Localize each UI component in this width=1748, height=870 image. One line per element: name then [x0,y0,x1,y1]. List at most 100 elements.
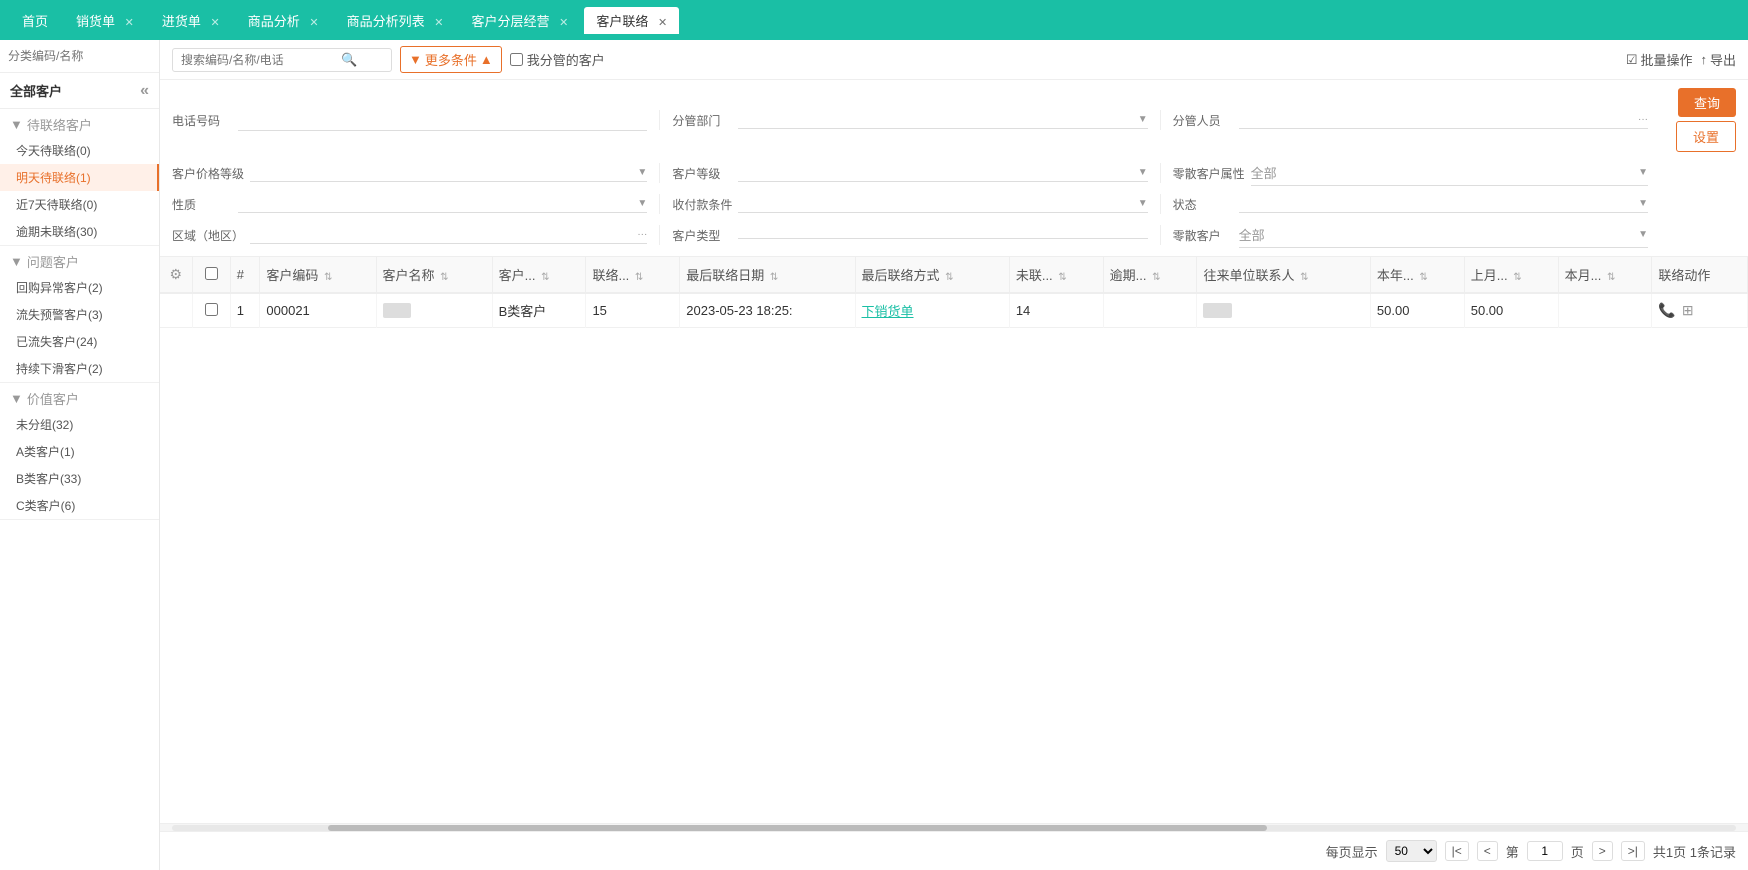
export-icon: ↑ [1700,52,1707,67]
page-input[interactable] [1527,841,1563,861]
sidebar-item-today[interactable]: 今天待联络(0) [0,137,159,164]
col-last-way[interactable]: 最后联络方式 ⇅ [855,257,1009,293]
query-btn[interactable]: 查询 [1678,88,1736,117]
total-label: 共1页 1条记录 [1653,842,1736,861]
filter-row-4: 区域（地区） ··· 客户类型 零散客户 [172,222,1736,248]
col-this-month[interactable]: 本月... ⇅ [1558,257,1652,293]
nav-home[interactable]: 首页 [10,7,60,34]
col-contact[interactable]: 联络... ⇅ [586,257,680,293]
call-icon[interactable]: 📞 [1658,302,1675,319]
nav-item-analysis[interactable]: 商品分析 ✕ [236,7,331,34]
nav-close-sales[interactable]: ✕ [125,17,134,29]
gear-icon[interactable]: ⚙ [169,266,182,282]
filter-payment: 收付款条件 ▼ [672,195,1147,213]
sidebar-item-ungrouped[interactable]: 未分组(32) [0,411,159,438]
col-last-month[interactable]: 上月... ⇅ [1464,257,1558,293]
horizontal-scrollbar[interactable] [160,823,1748,831]
sidebar-item-7days[interactable]: 近7天待联络(0) [0,191,159,218]
last-contact-way-link[interactable]: 下销货单 [862,304,914,319]
nav-close-customer-segment[interactable]: ✕ [559,17,568,29]
row-checkbox[interactable] [205,303,218,316]
filter-region-select[interactable]: ··· [250,226,647,244]
sort-icon-last-way: ⇅ [945,272,953,283]
col-this-year[interactable]: 本年... ⇅ [1370,257,1464,293]
nav-item-sales[interactable]: 销货单 ✕ [64,7,146,34]
next-page-btn[interactable]: > [1592,841,1613,861]
col-gear[interactable]: ⚙ [160,257,192,293]
sidebar-item-repurchase-abnormal[interactable]: 回购异常客户(2) [0,274,159,301]
nav-close-analysis-list[interactable]: ✕ [434,17,443,29]
sidebar-collapse-btn[interactable]: « [140,82,149,100]
nav-close-analysis[interactable]: ✕ [309,17,318,29]
sidebar-item-overdue[interactable]: 逾期未联络(30) [0,218,159,245]
filter-nature-select[interactable]: ▼ [238,195,647,213]
search-input[interactable] [181,53,341,67]
nav-close-customer-contact[interactable]: ✕ [658,17,667,29]
nav-item-purchase[interactable]: 进货单 ✕ [150,7,232,34]
checkbox-icon: ☑ [1626,52,1638,68]
col-code[interactable]: 客户编码 ⇅ [260,257,376,293]
filter-panel: 电话号码 分管部门 ▼ 分管人员 ··· [160,80,1748,257]
batch-op-btn[interactable]: ☑ 批量操作 [1626,50,1693,69]
first-page-btn[interactable]: |< [1445,841,1469,861]
my-customers-filter[interactable]: 我分管的客户 [510,50,605,69]
nav-close-purchase[interactable]: ✕ [211,17,220,29]
row-type: B类客户 [492,293,586,328]
filter-person-select[interactable]: ··· [1239,111,1648,129]
filter-status-select[interactable]: ▼ [1239,195,1648,213]
nav-item-customer-contact[interactable]: 客户联络 ✕ [584,7,679,34]
filter-payment-select[interactable]: ▼ [738,195,1147,213]
filter-phone-input[interactable] [238,110,647,131]
row-name [376,293,492,328]
action-icons: 📞 ⊞ [1658,302,1741,319]
sidebar-item-tomorrow[interactable]: 明天待联络(1) [0,164,159,191]
filter-nature: 性质 ▼ [172,195,647,213]
search-submit-icon[interactable]: 🔍 [341,52,357,68]
filter-status: 状态 ▼ [1173,195,1648,213]
sidebar-all-customers[interactable]: 全部客户 « [0,73,159,109]
per-page-select[interactable]: 50 100 200 [1386,840,1437,862]
col-type[interactable]: 客户... ⇅ [492,257,586,293]
sidebar-item-churn-warning[interactable]: 流失预警客户(3) [0,301,159,328]
nav-item-customer-segment[interactable]: 客户分层经营 ✕ [459,7,580,34]
sidebar-item-class-b[interactable]: B类客户(33) [0,465,159,492]
sidebar-item-class-a[interactable]: A类客户(1) [0,438,159,465]
search-bar: 🔍 ▼ 更多条件 ▲ 我分管的客户 ☑ 批量操作 ↑ 导出 [160,40,1748,80]
more-filter-btn[interactable]: ▼ 更多条件 ▲ [400,46,502,73]
select-all-checkbox[interactable] [205,267,218,280]
qr-icon[interactable]: ⊞ [1682,302,1694,319]
sidebar-item-churned[interactable]: 已流失客户(24) [0,328,159,355]
filter-price-level: 客户价格等级 ▼ [172,164,647,182]
nav-item-analysis-list[interactable]: 商品分析列表 ✕ [335,7,456,34]
col-not-contact[interactable]: 未联... ⇅ [1009,257,1103,293]
sort-icon-last-month: ⇅ [1513,272,1521,283]
filter-dept-select[interactable]: ▼ [738,111,1147,129]
page-label: 第 [1506,842,1519,861]
table-body: 1 000021 B类客户 15 2023-05-23 18:25: 下销货单 … [160,293,1748,328]
sidebar-item-declining[interactable]: 持续下滑客户(2) [0,355,159,382]
chevron-down-icon-6: ▼ [637,198,647,209]
sidebar-search-input[interactable] [8,49,160,63]
sidebar-item-class-c[interactable]: C类客户(6) [0,492,159,519]
top-nav: 首页 销货单 ✕ 进货单 ✕ 商品分析 ✕ 商品分析列表 ✕ 客户分层经营 ✕ … [0,0,1748,40]
col-name[interactable]: 客户名称 ⇅ [376,257,492,293]
filter-retail-attr-select[interactable]: 全部 ▼ [1251,160,1648,186]
col-contacts-person[interactable]: 往来单位联系人 ⇅ [1197,257,1370,293]
my-customers-checkbox[interactable] [510,53,523,66]
col-overdue[interactable]: 逾期... ⇅ [1103,257,1197,293]
prev-page-btn[interactable]: < [1477,841,1498,861]
filter-retail-customer-select[interactable]: 全部 ▼ [1239,222,1648,248]
col-last-date[interactable]: 最后联络日期 ⇅ [680,257,855,293]
scrollbar-track [172,825,1736,831]
filter-price-level-select[interactable]: ▼ [250,164,647,182]
content-area: 🔍 ▼ 更多条件 ▲ 我分管的客户 ☑ 批量操作 ↑ 导出 [160,40,1748,870]
data-table-wrap: ⚙ # 客户编码 ⇅ 客户名称 ⇅ [160,257,1748,823]
table-header-row: ⚙ # 客户编码 ⇅ 客户名称 ⇅ [160,257,1748,293]
export-btn[interactable]: ↑ 导出 [1700,50,1736,69]
filter-customer-level-select[interactable]: ▼ [738,164,1147,182]
last-page-btn[interactable]: >| [1621,841,1645,861]
set-btn[interactable]: 设置 [1676,121,1736,152]
scrollbar-thumb[interactable] [328,825,1266,831]
filter-customer-type-select[interactable] [738,232,1147,239]
col-action: 联络动作 [1652,257,1748,293]
